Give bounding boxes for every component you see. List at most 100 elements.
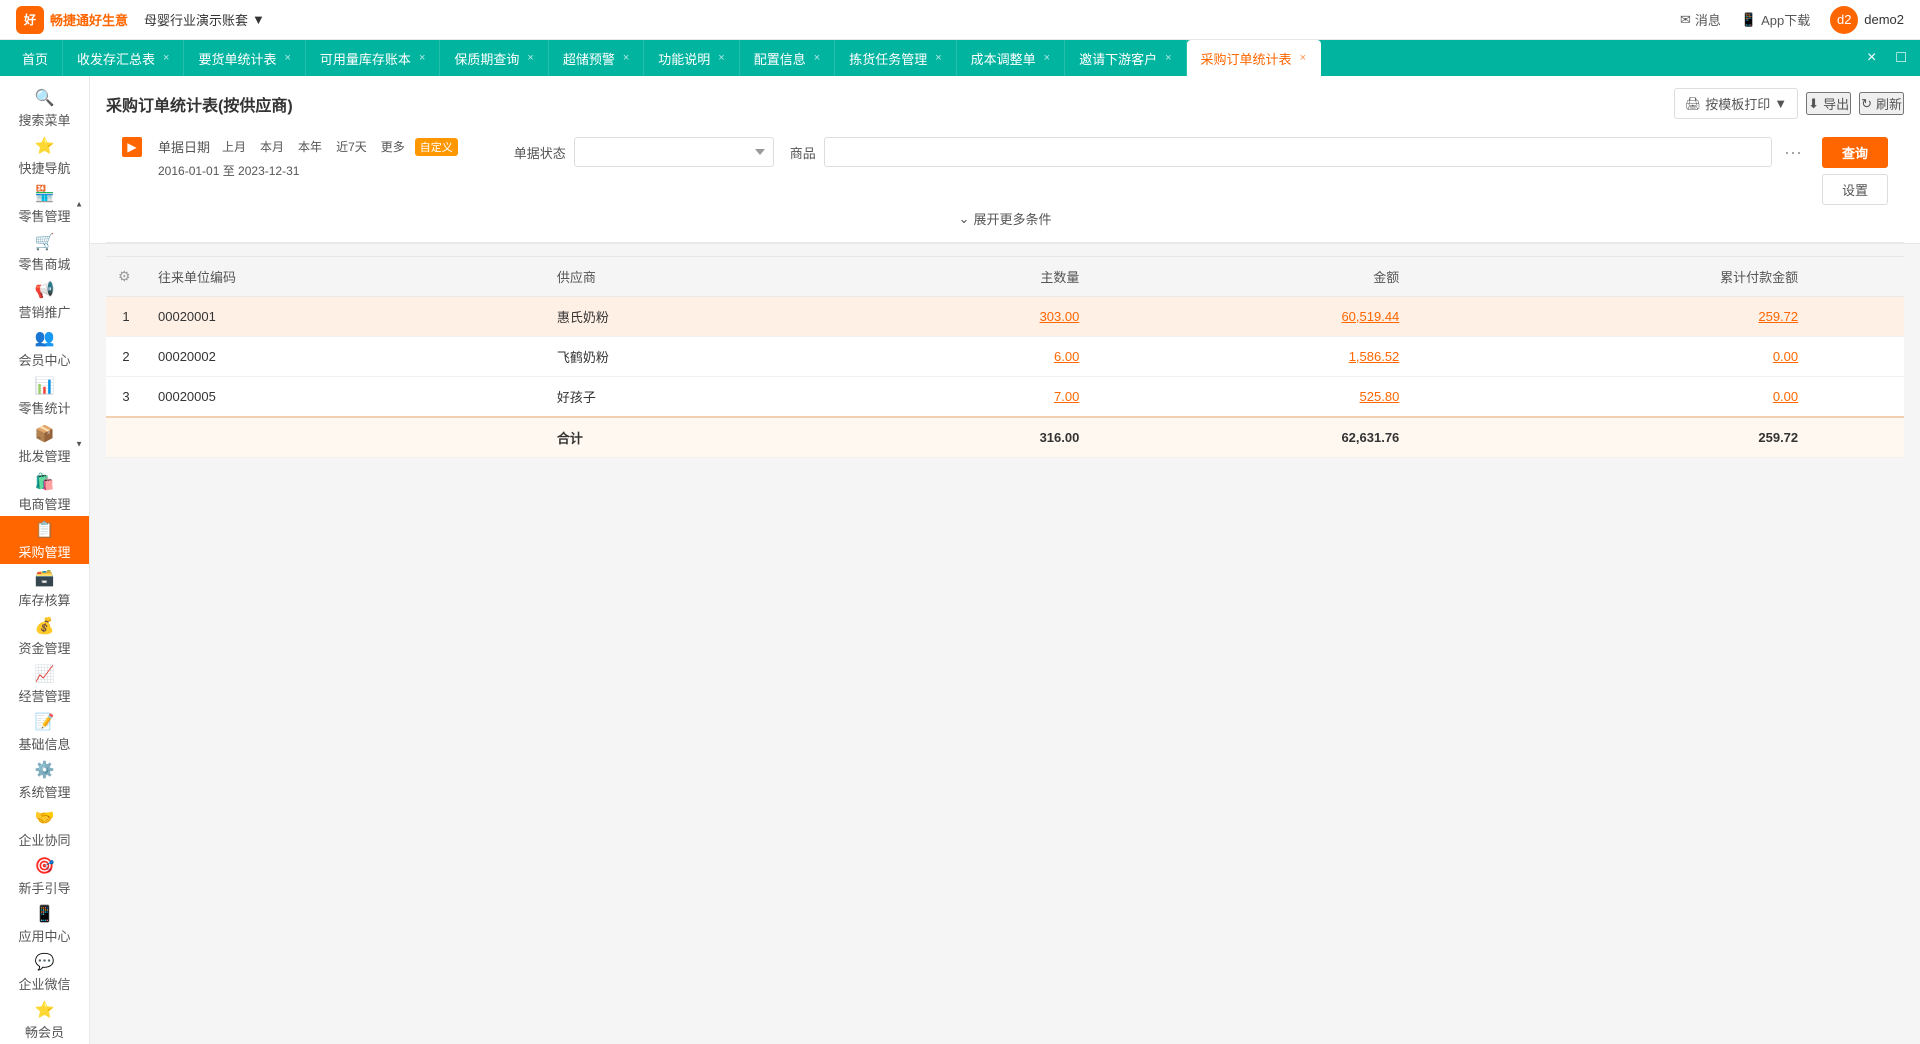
date-btn-this-month[interactable]: 本月 — [256, 137, 288, 156]
message-btn[interactable]: ✉ 消息 — [1680, 10, 1721, 29]
company-select[interactable]: 母婴行业演示账套 ▼ — [136, 6, 273, 33]
status-select[interactable] — [574, 137, 774, 167]
page-header: 采购订单统计表(按供应商) 🖨 按模板打印 ▼ ⬇ 导出 ↻ 刷新 — [90, 76, 1920, 244]
tab-close-btn[interactable]: × — [935, 52, 941, 64]
tab-close-btn[interactable]: × — [419, 52, 425, 64]
sidebar-icon-enterprise-wechat: 💬 — [35, 952, 55, 972]
tab-collect-pay[interactable]: 收发存汇总表× — [63, 40, 184, 76]
tab-func-desc[interactable]: 功能说明 × — [644, 40, 739, 76]
goods-input[interactable] — [824, 137, 1772, 167]
cell-paid-amount[interactable]: 0.00 — [1411, 377, 1810, 418]
sidebar-item-retail-stats[interactable]: 📊 零售统计 — [0, 372, 89, 420]
sidebar-label-finance: 资金管理 — [18, 638, 70, 657]
goods-more-icon[interactable]: ··· — [1780, 142, 1806, 163]
sidebar-item-inventory[interactable]: 🗃️ 库存核算 — [0, 564, 89, 612]
tab-home[interactable]: 首页 — [8, 40, 63, 76]
cell-supplier-name: 惠氏奶粉 — [545, 297, 842, 337]
sidebar-item-basic-info[interactable]: 📝 基础信息 — [0, 708, 89, 756]
tab-close-btn[interactable]: × — [527, 52, 533, 64]
sidebar-item-sys-manage[interactable]: ⚙️ 系统管理 — [0, 756, 89, 804]
sidebar-item-quick-nav[interactable]: ⭐ 快捷导航 — [0, 132, 89, 180]
cell-paid-amount[interactable]: 0.00 — [1411, 337, 1810, 377]
tab-close-btn[interactable]: × — [814, 52, 820, 64]
date-btn-this-year[interactable]: 本年 — [294, 137, 326, 156]
tab-close-btn[interactable]: × — [1044, 52, 1050, 64]
tab-pick-task[interactable]: 拣货任务管理× — [835, 40, 956, 76]
tab-available-stock[interactable]: 可用量库存账本× — [306, 40, 440, 76]
tab-purchase-stats[interactable]: 采购订单统计表 × — [1187, 40, 1321, 76]
user-area[interactable]: d2 demo2 — [1830, 6, 1904, 34]
date-range-display: 2016-01-01 至 2023-12-31 — [158, 162, 458, 179]
cell-main-qty[interactable]: 7.00 — [842, 377, 1091, 418]
settings-btn[interactable]: 设置 — [1822, 174, 1888, 205]
sidebar-icon-quick-nav: ⭐ — [35, 136, 55, 156]
sidebar-item-ecommerce[interactable]: 🛍️ 电商管理 — [0, 468, 89, 516]
tab-expire-query[interactable]: 保质期查询× — [440, 40, 548, 76]
sidebar-icon-business: 📈 — [35, 664, 55, 684]
cell-supplier-code: 00020005 — [146, 377, 545, 418]
tab-close-btn[interactable]: × — [163, 52, 169, 64]
footer-amount: 62,631.76 — [1091, 417, 1411, 458]
sidebar-icon-member: 👥 — [35, 328, 55, 348]
col-settings-icon[interactable]: ⚙ — [118, 268, 131, 284]
sidebar-label-marketing: 营销推广 — [18, 302, 70, 321]
footer-label-text: 合计 — [545, 417, 842, 458]
cell-main-qty[interactable]: 6.00 — [842, 337, 1091, 377]
tab-close-btn[interactable]: × — [1165, 52, 1171, 64]
tab-label: 功能说明 — [658, 49, 710, 68]
sidebar-item-new-guide[interactable]: 🎯 新手引导 — [0, 852, 89, 900]
date-btn-7days[interactable]: 近7天 — [332, 137, 371, 156]
col-supplier-code: 往来单位编码 — [146, 257, 545, 297]
cell-supplier-name: 飞鹤奶粉 — [545, 337, 842, 377]
sidebar-item-business[interactable]: 📈 经营管理 — [0, 660, 89, 708]
tab-close-btn[interactable]: × — [718, 52, 724, 64]
sidebar-item-app-center[interactable]: 📱 应用中心 — [0, 900, 89, 948]
cell-amount[interactable]: 525.80 — [1091, 377, 1411, 418]
footer-main-qty: 316.00 — [842, 417, 1091, 458]
tab-label: 超储预警 — [563, 49, 615, 68]
sidebar-icon-new-guide: 🎯 — [35, 856, 55, 876]
close-all-tabs-btn[interactable]: × — [1861, 47, 1882, 69]
sidebar-item-enterprise-wechat[interactable]: 💬 企业微信 — [0, 948, 89, 996]
sidebar-item-wholesale[interactable]: 📦 批发管理 — [0, 420, 89, 468]
sidebar-item-member[interactable]: 👥 会员中心 — [0, 324, 89, 372]
query-btn[interactable]: 查询 — [1822, 137, 1888, 168]
sidebar-item-purchase[interactable]: 📋 采购管理 — [0, 516, 89, 564]
col-supplier-name: 供应商 — [545, 257, 842, 297]
sidebar-item-finance[interactable]: 💰 资金管理 — [0, 612, 89, 660]
logo-text: 畅捷通好生意 — [50, 10, 128, 29]
tab-label: 采购订单统计表 — [1201, 49, 1292, 68]
print-btn[interactable]: 🖨 按模板打印 ▼ — [1674, 88, 1798, 119]
export-btn[interactable]: ⬇ 导出 — [1806, 92, 1851, 115]
cell-amount[interactable]: 60,519.44 — [1091, 297, 1411, 337]
app-download-btn[interactable]: 📱 App下载 — [1741, 10, 1810, 29]
cell-main-qty[interactable]: 303.00 — [842, 297, 1091, 337]
expand-more-btn[interactable]: ⌄ 展开更多条件 — [959, 209, 1052, 228]
tab-config-info[interactable]: 配置信息× — [740, 40, 835, 76]
sidebar-item-search[interactable]: 🔍 搜索菜单 — [0, 84, 89, 132]
sidebar-item-enterprise[interactable]: 🤝 企业协同 — [0, 804, 89, 852]
cell-amount[interactable]: 1,586.52 — [1091, 337, 1411, 377]
cell-index: 2 — [106, 337, 146, 377]
sidebar-item-vip[interactable]: ⭐ 畅会员 — [0, 996, 89, 1044]
cell-paid-amount[interactable]: 259.72 — [1411, 297, 1810, 337]
tab-close-btn[interactable]: × — [1300, 52, 1306, 64]
filter-expand-btn[interactable]: ▶ — [122, 137, 142, 157]
date-btn-last-month[interactable]: 上月 — [218, 137, 250, 156]
tab-close-btn[interactable]: × — [284, 52, 290, 64]
date-btn-more[interactable]: 更多 — [377, 137, 409, 156]
table-foot: 合计 316.00 62,631.76 259.72 — [106, 417, 1904, 458]
sidebar-label-enterprise-wechat: 企业微信 — [18, 974, 70, 993]
sidebar-icon-finance: 💰 — [35, 616, 55, 636]
sidebar-item-marketing[interactable]: 📢 营销推广 — [0, 276, 89, 324]
maximize-btn[interactable]: □ — [1890, 47, 1912, 69]
tab-overstock-warning[interactable]: 超储预警 × — [549, 40, 644, 76]
sidebar-item-retail[interactable]: 🏪 零售管理 — [0, 180, 89, 228]
sidebar-item-retail-mall[interactable]: 🛒 零售商城 — [0, 228, 89, 276]
tab-cost-adjust[interactable]: 成本调整单× — [957, 40, 1065, 76]
tab-order-stats[interactable]: 要货单统计表× — [184, 40, 305, 76]
refresh-btn[interactable]: ↻ 刷新 — [1859, 92, 1904, 115]
tab-invite-downstream[interactable]: 邀请下游客户× — [1065, 40, 1186, 76]
tab-close-btn[interactable]: × — [623, 52, 629, 64]
cell-supplier-code: 00020001 — [146, 297, 545, 337]
